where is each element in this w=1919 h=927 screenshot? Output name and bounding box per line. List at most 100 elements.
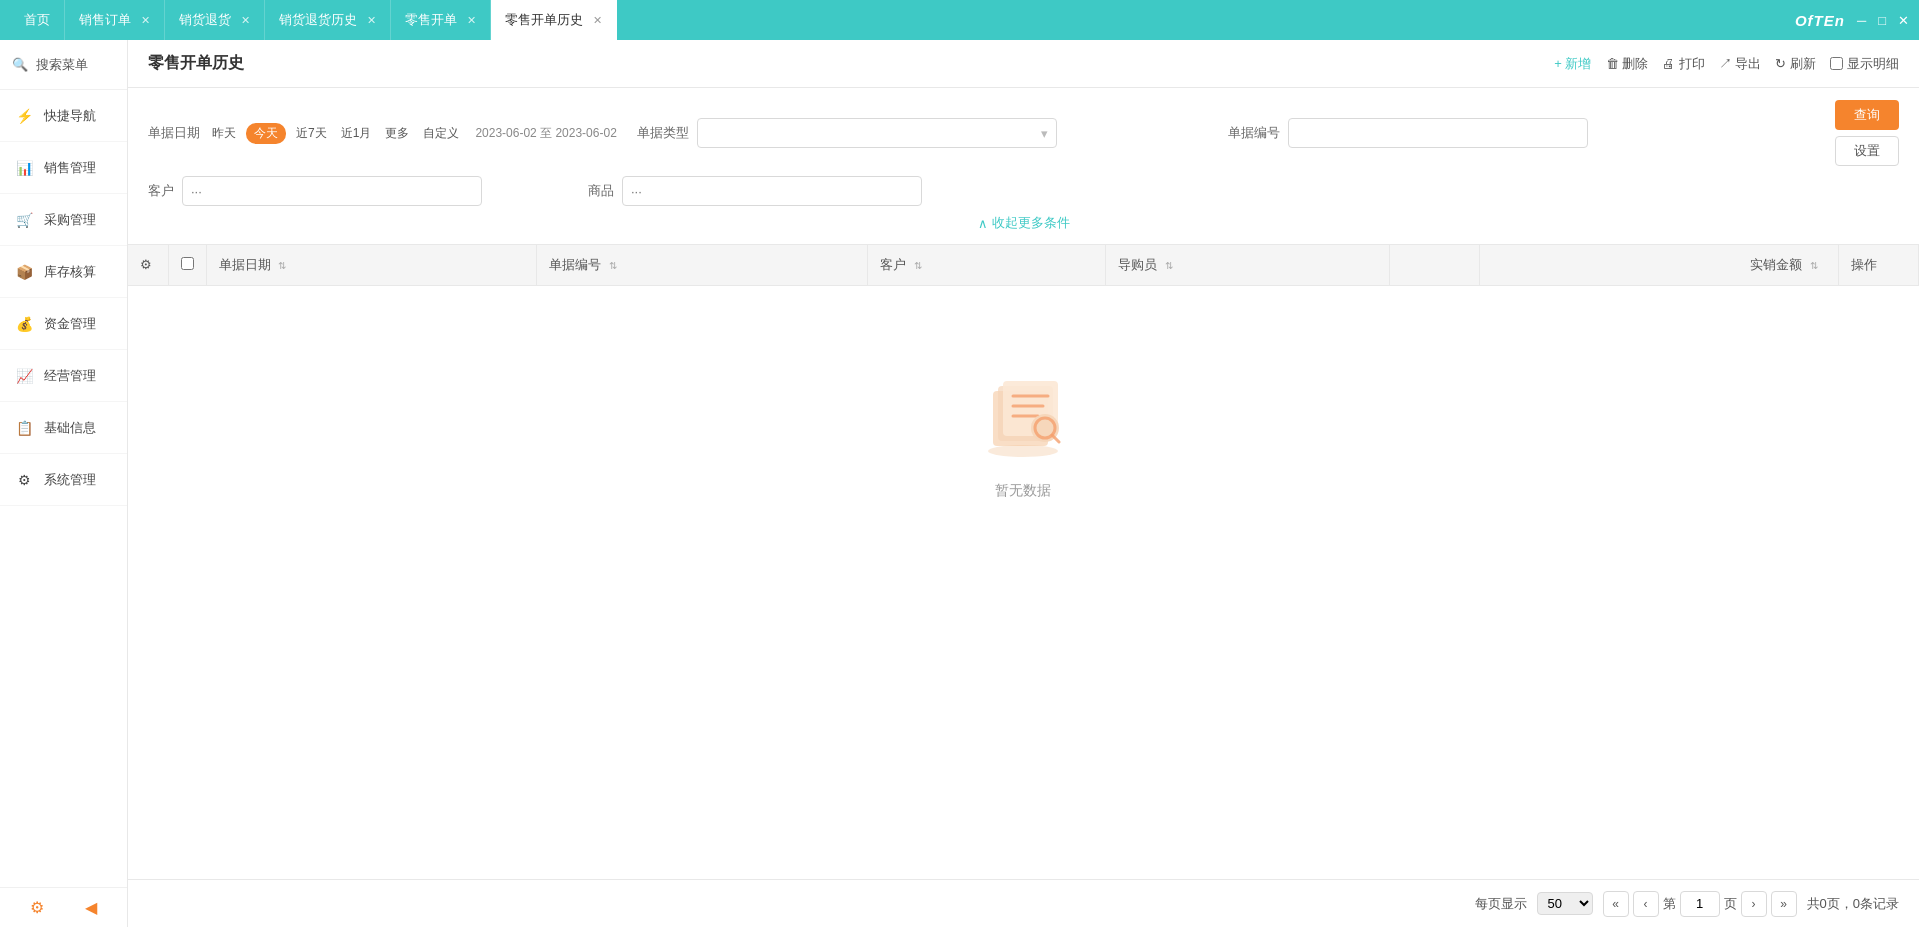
next-page-btn[interactable]: › (1741, 891, 1767, 917)
sidebar-item-sales-mgmt[interactable]: 📊 销售管理 (0, 142, 127, 194)
sidebar-item-purchase-mgmt[interactable]: 🛒 采购管理 (0, 194, 127, 246)
tab-sales-return-close[interactable]: ✕ (241, 14, 250, 27)
filter-row-2: 客户 商品 (148, 176, 1899, 206)
table-body: 暂无数据 (128, 285, 1919, 580)
date-btn-today[interactable]: 今天 (246, 123, 286, 144)
sidebar-operations-label: 经营管理 (44, 367, 96, 385)
th-guide-sort: ⇅ (1165, 260, 1173, 271)
query-button[interactable]: 查询 (1835, 100, 1899, 130)
main-layout: 🔍 搜索菜单 ⚡ 快捷导航 📊 销售管理 🛒 采购管理 📦 库存核算 💰 资金管… (0, 40, 1919, 927)
th-amount-sort: ⇅ (1810, 260, 1818, 271)
sidebar-base-info-label: 基础信息 (44, 419, 96, 437)
sidebar-item-system-mgmt[interactable]: ⚙ 系统管理 (0, 454, 127, 506)
tab-home[interactable]: 首页 (10, 0, 65, 40)
tab-sales-return-history-close[interactable]: ✕ (367, 14, 376, 27)
delete-button[interactable]: 🗑 删除 (1606, 55, 1649, 73)
customer-input[interactable] (191, 184, 473, 199)
tab-retail-open[interactable]: 零售开单 ✕ (391, 0, 491, 40)
sidebar-item-quick-nav[interactable]: ⚡ 快捷导航 (0, 90, 127, 142)
add-button[interactable]: + 新增 (1554, 55, 1591, 73)
tab-retail-open-history[interactable]: 零售开单历史 ✕ (491, 0, 617, 40)
th-date[interactable]: 单据日期 ⇅ (206, 245, 537, 285)
empty-cell: 暂无数据 (128, 285, 1919, 580)
tab-sales-order-close[interactable]: ✕ (141, 14, 150, 27)
tab-sales-return[interactable]: 销货退货 ✕ (165, 0, 265, 40)
select-all-checkbox[interactable] (181, 257, 194, 270)
finance-icon: 💰 (12, 312, 36, 336)
sidebar-inventory-label: 库存核算 (44, 263, 96, 281)
prev-page-btn[interactable]: ‹ (1633, 891, 1659, 917)
toolbar: + 新增 🗑 删除 🖨 打印 ↗ 导出 ↻ 刷新 显示明细 (1554, 55, 1899, 73)
tab-sales-order[interactable]: 销售订单 ✕ (65, 0, 165, 40)
first-page-btn[interactable]: « (1603, 891, 1629, 917)
goods-input[interactable] (631, 184, 913, 199)
export-button[interactable]: ↗ 导出 (1719, 55, 1762, 73)
th-docno[interactable]: 单据编号 ⇅ (537, 245, 868, 285)
window-controls: OfTEn ─ □ ✕ (1795, 12, 1909, 29)
sidebar-collapse-icon[interactable]: ◀ (85, 898, 97, 917)
tab-sales-order-label: 销售订单 (79, 11, 131, 29)
sidebar-finance-label: 资金管理 (44, 315, 96, 333)
sidebar-settings-icon[interactable]: ⚙ (30, 898, 44, 917)
tab-sales-return-history-label: 销货退货历史 (279, 11, 357, 29)
search-icon: 🔍 (12, 57, 28, 72)
page-num-input[interactable] (1680, 891, 1720, 917)
per-page-select[interactable]: 20 50 100 (1537, 892, 1593, 915)
date-btn-7days[interactable]: 近7天 (292, 123, 331, 144)
doc-type-select[interactable]: ▾ (697, 118, 1057, 148)
th-date-sort: ⇅ (278, 260, 286, 271)
date-btn-custom[interactable]: 自定义 (419, 123, 463, 144)
tab-sales-return-label: 销货退货 (179, 11, 231, 29)
doc-num-input[interactable] (1297, 126, 1579, 141)
doc-num-input-wrap (1288, 118, 1588, 148)
date-btn-more[interactable]: 更多 (381, 123, 413, 144)
tab-sales-return-history[interactable]: 销货退货历史 ✕ (265, 0, 391, 40)
doc-num-label: 单据编号 (1228, 124, 1280, 142)
th-guide[interactable]: 导购员 ⇅ (1105, 245, 1389, 285)
sidebar-item-base-info[interactable]: 📋 基础信息 (0, 402, 127, 454)
display-detail-label: 显示明细 (1847, 55, 1899, 73)
tab-retail-open-history-close[interactable]: ✕ (593, 14, 602, 27)
sidebar-search[interactable]: 🔍 搜索菜单 (0, 40, 127, 90)
sidebar-sales-mgmt-label: 销售管理 (44, 159, 96, 177)
th-docno-label: 单据编号 (549, 257, 601, 272)
th-amount[interactable]: 实销金额 ⇅ (1479, 245, 1838, 285)
minimize-btn[interactable]: ─ (1857, 13, 1866, 28)
table-header-row: ⚙ 单据日期 ⇅ 单据编号 ⇅ (128, 245, 1919, 285)
tab-home-label: 首页 (24, 11, 50, 29)
th-actions-label: 操作 (1851, 257, 1877, 272)
svg-point-0 (988, 445, 1058, 457)
th-check[interactable] (168, 245, 206, 285)
display-detail-checkbox[interactable] (1830, 57, 1843, 70)
last-page-btn[interactable]: » (1771, 891, 1797, 917)
purchase-mgmt-icon: 🛒 (12, 208, 36, 232)
sidebar-item-operations[interactable]: 📈 经营管理 (0, 350, 127, 402)
tab-retail-open-label: 零售开单 (405, 11, 457, 29)
action-group: 查询 设置 (1835, 100, 1899, 166)
collapse-filters-btn[interactable]: ∧ 收起更多条件 (148, 214, 1899, 232)
refresh-button[interactable]: ↻ 刷新 (1775, 55, 1816, 73)
goods-input-wrap (622, 176, 922, 206)
date-btn-1month[interactable]: 近1月 (337, 123, 376, 144)
sidebar-bottom: ⚙ ◀ (0, 887, 127, 927)
close-btn[interactable]: ✕ (1898, 13, 1909, 28)
sidebar-quick-nav-label: 快捷导航 (44, 107, 96, 125)
page-title: 零售开单历史 (148, 53, 1554, 74)
base-info-icon: 📋 (12, 416, 36, 440)
th-amount-label: 实销金额 (1750, 257, 1802, 272)
print-button[interactable]: 🖨 打印 (1662, 55, 1705, 73)
inventory-icon: 📦 (12, 260, 36, 284)
sidebar-item-inventory[interactable]: 📦 库存核算 (0, 246, 127, 298)
th-customer[interactable]: 客户 ⇅ (868, 245, 1106, 285)
sidebar-search-label: 搜索菜单 (36, 56, 88, 74)
date-btn-yesterday[interactable]: 昨天 (208, 123, 240, 144)
table-header: ⚙ 单据日期 ⇅ 单据编号 ⇅ (128, 245, 1919, 285)
sidebar-item-finance[interactable]: 💰 资金管理 (0, 298, 127, 350)
date-label: 单据日期 (148, 124, 200, 142)
th-gear[interactable]: ⚙ (128, 245, 168, 285)
display-detail-switch[interactable]: 显示明细 (1830, 55, 1899, 73)
th-docno-sort: ⇅ (609, 260, 617, 271)
tab-retail-open-close[interactable]: ✕ (467, 14, 476, 27)
settings-button[interactable]: 设置 (1835, 136, 1899, 166)
maximize-btn[interactable]: □ (1878, 13, 1886, 28)
